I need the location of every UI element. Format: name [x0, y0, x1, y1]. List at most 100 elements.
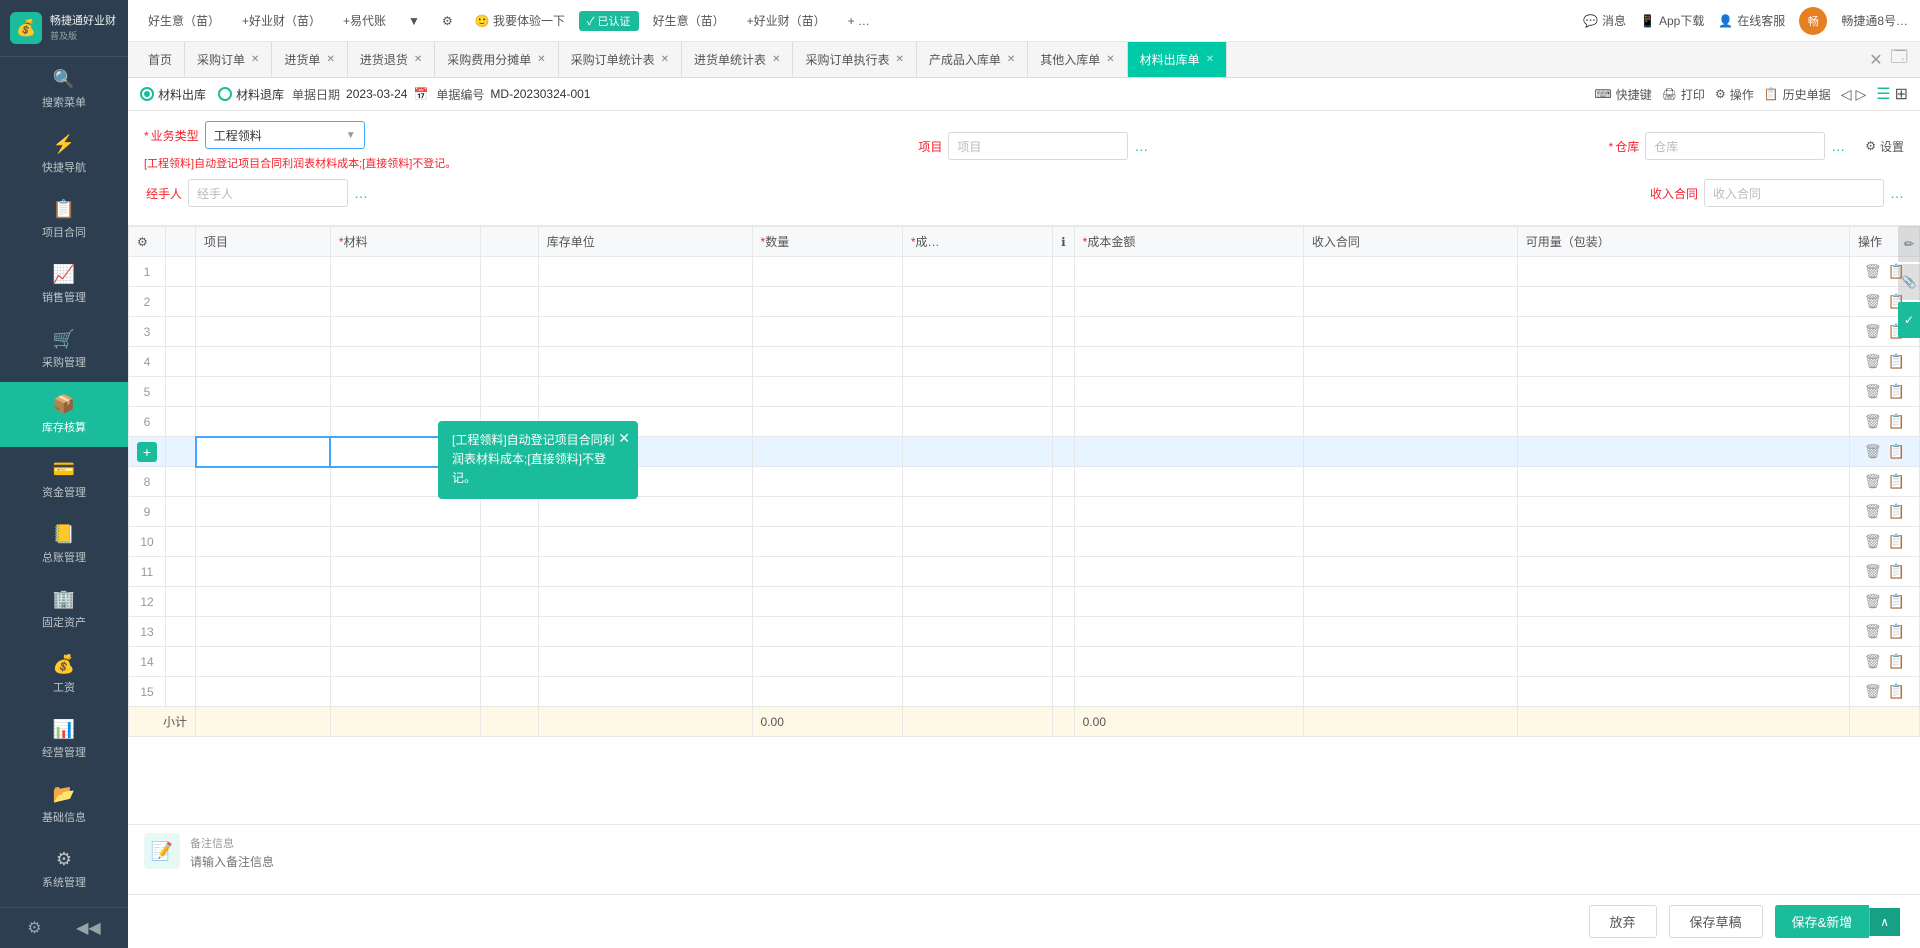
- tab-purchase-exec[interactable]: 采购订单执行表 ✕: [793, 42, 916, 78]
- project-cell[interactable]: [196, 467, 331, 497]
- material-cell[interactable]: [330, 587, 480, 617]
- cost-amount-cell[interactable]: [1074, 587, 1303, 617]
- cost-cell[interactable]: [902, 407, 1052, 437]
- available-cell[interactable]: [1517, 377, 1849, 407]
- tab-import-order[interactable]: 进货单 ✕: [272, 42, 347, 78]
- cost-cell[interactable]: [902, 677, 1052, 707]
- cost-cell[interactable]: [902, 467, 1052, 497]
- next-arrow-icon[interactable]: ▷: [1855, 86, 1866, 103]
- unit-cell[interactable]: [538, 497, 752, 527]
- material-cell[interactable]: [330, 347, 480, 377]
- message-btn[interactable]: 💬 消息: [1583, 12, 1626, 29]
- cost-amount-cell[interactable]: [1074, 677, 1303, 707]
- project-cell[interactable]: [196, 347, 331, 377]
- warehouse-input[interactable]: 仓库: [1645, 132, 1825, 160]
- income-contract-cell[interactable]: [1303, 497, 1517, 527]
- tooltip-close-btn[interactable]: ✕: [618, 427, 630, 449]
- list-view-icon[interactable]: ☰: [1876, 84, 1890, 104]
- unit-cell[interactable]: [538, 617, 752, 647]
- copy-row-icon[interactable]: 📋: [1888, 503, 1905, 520]
- column-settings-icon[interactable]: ⚙: [137, 235, 148, 249]
- quantity-cell[interactable]: [752, 497, 902, 527]
- unit-cell[interactable]: [538, 677, 752, 707]
- material-cell[interactable]: [330, 377, 480, 407]
- material-cell[interactable]: [330, 257, 480, 287]
- history-btn[interactable]: 📋 历史单据: [1764, 86, 1831, 103]
- tab-close-icon[interactable]: ✕: [661, 54, 669, 65]
- delete-row-icon[interactable]: 🗑: [1864, 503, 1882, 520]
- sidebar-item-purchase[interactable]: 🛒 采购管理: [0, 317, 128, 382]
- save-draft-button[interactable]: 保存草稿: [1669, 905, 1763, 938]
- handler-input[interactable]: 经手人: [188, 179, 348, 207]
- material-cell[interactable]: [330, 317, 480, 347]
- sidebar-item-project[interactable]: 📋 项目合同: [0, 187, 128, 252]
- spec-cell[interactable]: [481, 347, 539, 377]
- project-more-icon[interactable]: …: [1134, 138, 1148, 154]
- spec-cell[interactable]: [481, 317, 539, 347]
- nav-link-3[interactable]: +易代账: [335, 8, 394, 33]
- cost-cell[interactable]: [902, 497, 1052, 527]
- tab-close-icon[interactable]: ✕: [326, 54, 334, 65]
- delete-row-icon[interactable]: 🗑: [1864, 653, 1882, 670]
- quantity-cell[interactable]: [752, 557, 902, 587]
- material-cell[interactable]: [330, 497, 480, 527]
- tab-material-out[interactable]: 材料出库单 ✕: [1128, 42, 1227, 78]
- available-cell[interactable]: [1517, 317, 1849, 347]
- cost-cell[interactable]: [902, 317, 1052, 347]
- quantity-cell[interactable]: [752, 257, 902, 287]
- collapse-icon[interactable]: ◀◀: [76, 918, 101, 938]
- warehouse-more-icon[interactable]: …: [1831, 138, 1845, 154]
- tab-purchase-stat[interactable]: 采购订单统计表 ✕: [559, 42, 682, 78]
- tab-other-in[interactable]: 其他入库单 ✕: [1028, 42, 1127, 78]
- tab-close-icon[interactable]: ✕: [1106, 54, 1114, 65]
- delete-row-icon[interactable]: 🗑: [1864, 593, 1882, 610]
- available-cell[interactable]: [1517, 587, 1849, 617]
- tab-product-in[interactable]: 产成品入库单 ✕: [917, 42, 1028, 78]
- copy-row-icon[interactable]: 📋: [1888, 383, 1905, 400]
- right-tool-3[interactable]: ✓: [1898, 302, 1920, 338]
- copy-row-icon[interactable]: 📋: [1888, 623, 1905, 640]
- available-cell-active[interactable]: [1517, 437, 1849, 467]
- delete-row-icon[interactable]: 🗑: [1864, 323, 1882, 340]
- project-cell[interactable]: [196, 497, 331, 527]
- sidebar-item-finance[interactable]: 💳 资金管理: [0, 447, 128, 512]
- trial-link[interactable]: 🙂 我要体验一下: [467, 8, 573, 33]
- delete-row-icon[interactable]: 🗑: [1864, 533, 1882, 550]
- income-contract-input[interactable]: 收入合同: [1704, 179, 1884, 207]
- unit-cell[interactable]: [538, 347, 752, 377]
- income-contract-cell[interactable]: [1303, 617, 1517, 647]
- copy-row-icon[interactable]: 📋: [1888, 683, 1905, 700]
- project-cell[interactable]: [196, 257, 331, 287]
- available-cell[interactable]: [1517, 467, 1849, 497]
- spec-cell[interactable]: [481, 587, 539, 617]
- unit-cell[interactable]: [538, 647, 752, 677]
- online-service-btn[interactable]: 👤 在线客服: [1718, 12, 1785, 29]
- app-download-btn[interactable]: 📱 App下载: [1640, 12, 1704, 29]
- user-avatar[interactable]: 畅: [1799, 7, 1827, 35]
- income-contract-cell[interactable]: [1303, 347, 1517, 377]
- cost-cell[interactable]: [902, 557, 1052, 587]
- income-contract-cell[interactable]: [1303, 317, 1517, 347]
- cost-cell[interactable]: [902, 257, 1052, 287]
- quantity-cell-active[interactable]: [752, 437, 902, 467]
- nav-link-2[interactable]: +好业财（苗）: [234, 8, 329, 33]
- project-cell[interactable]: [196, 677, 331, 707]
- discard-button[interactable]: 放弃: [1589, 905, 1657, 938]
- cost-amount-cell[interactable]: [1074, 347, 1303, 377]
- cost-cell[interactable]: [902, 287, 1052, 317]
- cost-cell[interactable]: [902, 347, 1052, 377]
- nav-link-more[interactable]: + …: [840, 10, 878, 32]
- cost-cell[interactable]: [902, 527, 1052, 557]
- add-row-button[interactable]: +: [137, 442, 157, 462]
- cost-amount-cell[interactable]: [1074, 557, 1303, 587]
- material-cell[interactable]: [330, 647, 480, 677]
- cost-amount-cell-active[interactable]: [1074, 437, 1303, 467]
- sidebar-item-operation[interactable]: 📊 经营管理: [0, 707, 128, 772]
- income-contract-cell[interactable]: [1303, 377, 1517, 407]
- sidebar-item-assets[interactable]: 🏢 固定资产: [0, 577, 128, 642]
- quantity-cell[interactable]: [752, 527, 902, 557]
- income-contract-cell[interactable]: [1303, 647, 1517, 677]
- sidebar-item-shortcut[interactable]: ⚡ 快捷导航: [0, 122, 128, 187]
- available-cell[interactable]: [1517, 287, 1849, 317]
- unit-cell[interactable]: [538, 377, 752, 407]
